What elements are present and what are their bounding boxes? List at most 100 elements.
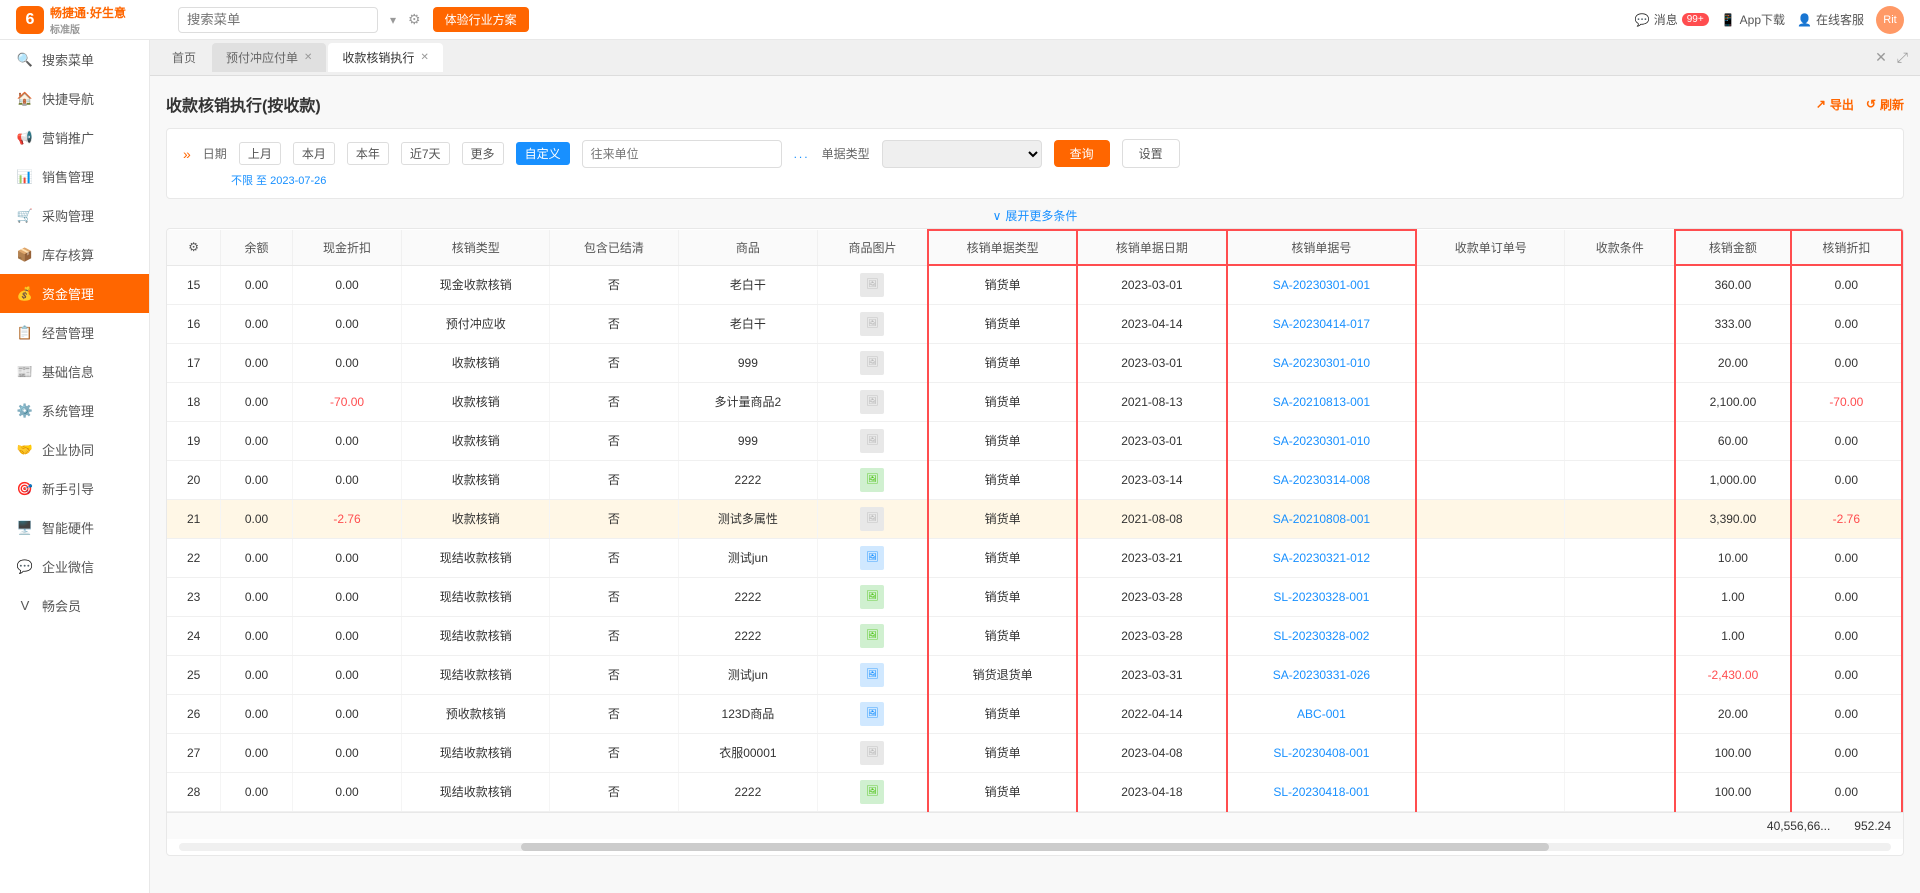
online-service-label: 在线客服 [1816,11,1864,28]
refresh-btn[interactable]: ↺ 刷新 [1866,96,1904,113]
table-row: 25 0.00 0.00 现结收款核销 否 测试jun 🖼 销货退货单 2023… [167,655,1902,694]
cell-goods: 测试jun [678,655,817,694]
cell-write-off-type: 收款核销 [402,382,550,421]
doc-no-link[interactable]: ABC-001 [1297,707,1346,721]
cell-receipt-no [1416,577,1565,616]
scroll-thumb[interactable] [521,843,1548,851]
message-icon: 💬 [1635,13,1650,27]
sidebar-item-wechat[interactable]: 💬 企业微信 [0,547,149,586]
date-custom-btn[interactable]: 自定义 [516,142,570,165]
cell-cash-discount: 0.00 [292,421,402,460]
message-btn[interactable]: 💬 消息 99+ [1635,11,1709,28]
cell-id: 25 [167,655,221,694]
date-last-month-btn[interactable]: 上月 [239,142,281,165]
data-table: ⚙ 余额 现金折扣 核销类型 包含已结清 商品 商品图片 核销单据类型 核销单据… [166,228,1904,856]
marketing-icon: 📢 [16,130,34,146]
sidebar-item-guide[interactable]: 🎯 新手引导 [0,469,149,508]
window-expand-btn[interactable]: ⤢ [1893,45,1912,70]
doc-no-link[interactable]: SL-20230328-001 [1273,590,1369,604]
app-download-label: App下载 [1740,11,1785,28]
date-7days-btn[interactable]: 近7天 [401,142,450,165]
cell-balance: 0.00 [221,694,292,733]
cell-doc-type: 销货单 [928,499,1077,538]
cell-balance: 0.00 [221,499,292,538]
date-this-year-btn[interactable]: 本年 [347,142,389,165]
brand-subtitle: 标准版 [50,21,126,36]
doc-no-link[interactable]: SA-20230314-008 [1273,473,1370,487]
doc-no-link[interactable]: SA-20230321-012 [1273,551,1370,565]
doc-no-link[interactable]: SA-20230414-017 [1273,317,1370,331]
query-btn[interactable]: 查询 [1054,140,1110,167]
doc-no-link[interactable]: SL-20230418-001 [1273,785,1369,799]
doc-no-link[interactable]: SA-20230301-010 [1273,356,1370,370]
sidebar-item-basics[interactable]: 📰 基础信息 [0,352,149,391]
cell-receipt-no [1416,733,1565,772]
sidebar-label-basics: 基础信息 [42,362,94,381]
filter-collapse-btn[interactable]: » [183,146,191,162]
cell-goods-img: 🖼 [818,772,928,811]
sidebar-item-hardware[interactable]: 🖥️ 智能硬件 [0,508,149,547]
doc-no-link[interactable]: SA-20230301-001 [1273,278,1370,292]
cell-write-off-type: 现结收款核销 [402,577,550,616]
doc-no-link[interactable]: SA-20230331-026 [1273,668,1370,682]
industry-solution-btn[interactable]: 体验行业方案 [433,7,529,32]
window-close-btn[interactable]: ✕ [1871,45,1891,70]
col-balance: 余额 [221,230,292,265]
logo-icon: 6 [16,6,44,34]
sidebar-item-member[interactable]: V 畅会员 [0,586,149,625]
sidebar-item-operations[interactable]: 📋 经营管理 [0,313,149,352]
doc-no-link[interactable]: SA-20210808-001 [1273,512,1370,526]
expand-more-btn[interactable]: ∨ 展开更多条件 [993,207,1078,224]
settings-icon[interactable]: ⚙ [408,11,421,28]
sidebar-item-inventory[interactable]: 📦 库存核算 [0,235,149,274]
col-receipt-no: 收款单订单号 [1416,230,1565,265]
sidebar-item-purchase[interactable]: 🛒 采购管理 [0,196,149,235]
tab-home[interactable]: 首页 [158,43,210,72]
cell-goods: 999 [678,343,817,382]
sidebar-item-marketing[interactable]: 📢 营销推广 [0,118,149,157]
doc-no-link[interactable]: SL-20230328-002 [1273,629,1369,643]
sidebar-item-quicknav[interactable]: 🏠 快捷导航 [0,79,149,118]
tab-writeoff[interactable]: 收款核销执行 ✕ [328,43,442,72]
setting-btn[interactable]: 设置 [1122,139,1180,168]
doc-no-link[interactable]: SL-20230408-001 [1273,746,1369,760]
cell-doc-no: SA-20230301-001 [1227,265,1417,304]
cell-write-off-type: 预付冲应收 [402,304,550,343]
cell-write-off-amount: 360.00 [1675,265,1791,304]
cell-write-off-type: 收款核销 [402,499,550,538]
date-more-btn[interactable]: 更多 [462,142,504,165]
cell-include-settled: 否 [550,343,679,382]
doc-no-link[interactable]: SA-20210813-001 [1273,395,1370,409]
cell-receipt-no [1416,265,1565,304]
sidebar-item-sales[interactable]: 📊 销售管理 [0,157,149,196]
cell-doc-no: SA-20230321-012 [1227,538,1417,577]
tab-writeoff-close[interactable]: ✕ [420,52,428,63]
sidebar-item-finance[interactable]: 💰 资金管理 [0,274,149,313]
cell-receipt-cond [1565,733,1675,772]
cell-cash-discount: 0.00 [292,616,402,655]
cell-write-off-discount: 0.00 [1791,616,1902,655]
tab-prepay[interactable]: 预付冲应付单 ✕ [212,43,326,72]
cell-receipt-no [1416,772,1565,811]
dropdown-icon[interactable]: ▾ [390,13,396,27]
doc-type-select[interactable] [882,140,1042,168]
sidebar-item-system[interactable]: ⚙️ 系统管理 [0,391,149,430]
cell-receipt-cond [1565,343,1675,382]
cell-receipt-cond [1565,382,1675,421]
cell-doc-no: SA-20230414-017 [1227,304,1417,343]
member-icon: V [16,598,34,613]
export-btn[interactable]: ↗ 导出 [1816,96,1854,113]
user-avatar[interactable]: Rit [1876,6,1904,34]
doc-no-link[interactable]: SA-20230301-010 [1273,434,1370,448]
horizontal-scrollbar[interactable] [179,843,1891,851]
app-download-btn[interactable]: 📱 App下载 [1721,11,1785,28]
sidebar-item-search[interactable]: 🔍 搜索菜单 [0,40,149,79]
tab-prepay-close[interactable]: ✕ [304,52,312,63]
date-this-month-btn[interactable]: 本月 [293,142,335,165]
online-service-btn[interactable]: 👤 在线客服 [1797,11,1864,28]
sidebar-item-collab[interactable]: 🤝 企业协同 [0,430,149,469]
cell-cash-discount: 0.00 [292,265,402,304]
global-search-input[interactable] [178,7,378,33]
cell-receipt-cond [1565,499,1675,538]
from-unit-input[interactable] [582,140,782,168]
